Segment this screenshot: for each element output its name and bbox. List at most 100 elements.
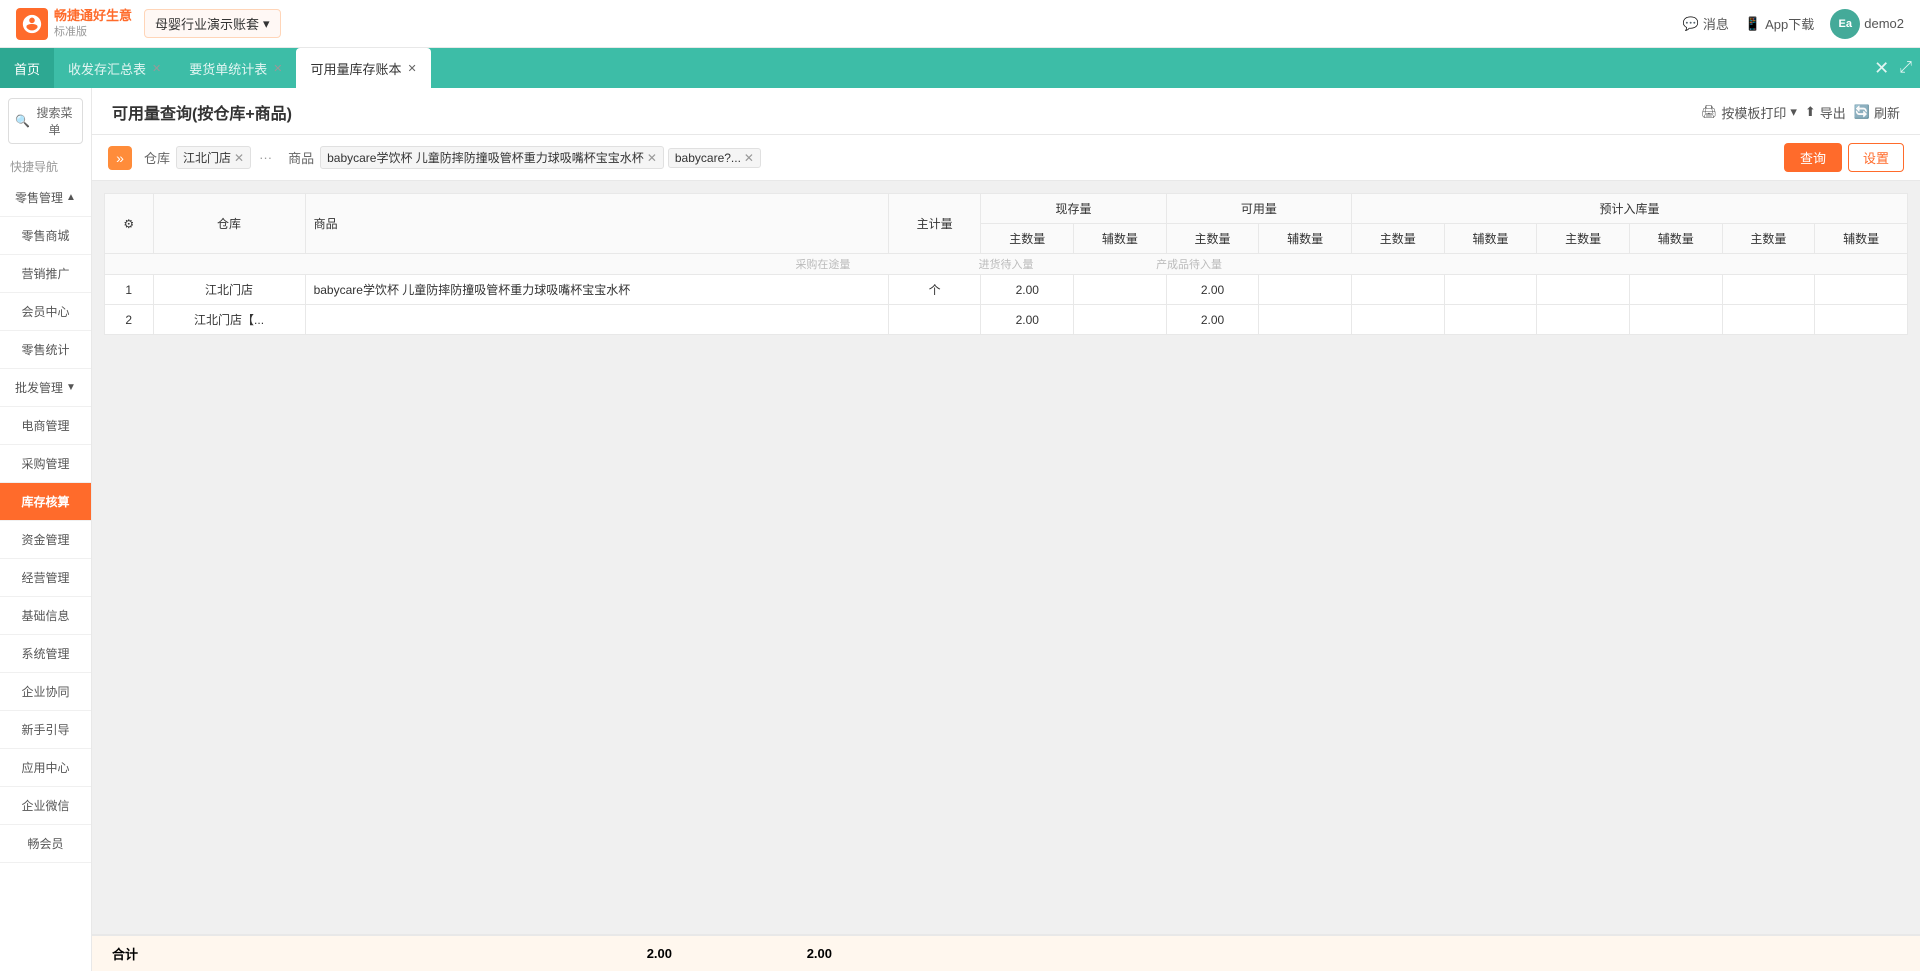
chevron-icon: ▲ <box>66 192 76 203</box>
refresh-btn[interactable]: 🔄 刷新 <box>1854 103 1900 122</box>
cell-purchase-arrival-aux <box>1629 305 1722 335</box>
product-filter-tags: babycare学饮杯 儿童防摔防撞吸管杯重力球吸嘴杯宝宝水杯 ✕ babyca… <box>320 146 761 169</box>
chevron-down-icon: ▾ <box>263 16 270 32</box>
table-footer: 合计 2.00 2.00 <box>92 934 1920 971</box>
cell-product: babycare学饮杯 儿童防摔防撞吸管杯重力球吸嘴杯宝宝水杯 <box>305 275 888 305</box>
product-filter-group: 商品 babycare学饮杯 儿童防摔防撞吸管杯重力球吸嘴杯宝宝水杯 ✕ bab… <box>288 146 761 169</box>
sidebar-item-retail-stats[interactable]: 零售统计 <box>0 331 91 369</box>
sidebar-item-enterprise-collab[interactable]: 企业协同 <box>0 673 91 711</box>
product-tag-0[interactable]: babycare学饮杯 儿童防摔防撞吸管杯重力球吸嘴杯宝宝水杯 ✕ <box>320 146 664 169</box>
th-current-main-qty: 主数量 <box>981 224 1074 254</box>
cell-product <box>305 305 888 335</box>
cell-current-main: 2.00 <box>981 305 1074 335</box>
main-layout: 🔍 搜索菜单 快捷导航 零售管理 ▲ 零售商城 营销推广 会员中心 零售统计 批… <box>0 88 1920 971</box>
remove-product-tag-0-icon[interactable]: ✕ <box>647 151 657 165</box>
th-gear[interactable]: ⚙ <box>105 194 154 254</box>
cell-purchase-intransit-main <box>1351 275 1444 305</box>
th-purchase-arrival-aux: 辅数量 <box>1629 224 1722 254</box>
sidebar-item-new-guide[interactable]: 新手引导 <box>0 711 91 749</box>
sidebar-item-wholesale-mgmt[interactable]: 批发管理 ▼ <box>0 369 91 407</box>
sidebar-item-purchase-mgmt[interactable]: 采购管理 <box>0 445 91 483</box>
query-btn[interactable]: 查询 <box>1784 143 1842 172</box>
sidebar-item-basic-info[interactable]: 基础信息 <box>0 597 91 635</box>
export-icon: ⬆ <box>1805 104 1816 120</box>
org-selector[interactable]: 母婴行业演示账套 ▾ <box>144 9 281 38</box>
print-icon: 🖨 <box>1701 104 1718 120</box>
sidebar-item-member-center[interactable]: 会员中心 <box>0 293 91 331</box>
sidebar-item-ecommerce[interactable]: 电商管理 <box>0 407 91 445</box>
sidebar-search-btn[interactable]: 🔍 搜索菜单 <box>8 98 83 144</box>
sidebar-item-retail-mgmt[interactable]: 零售管理 ▲ <box>0 179 91 217</box>
cell-products-ready-aux <box>1815 275 1908 305</box>
sidebar-item-enterprise-wechat[interactable]: 企业微信 <box>0 787 91 825</box>
cell-purchase-intransit-main <box>1351 305 1444 335</box>
cell-available-aux <box>1259 305 1352 335</box>
avatar-image: Ea <box>1830 9 1860 39</box>
data-table: ⚙ 仓库 商品 主计量 现存量 可用量 预计入库量 主数量 辅数量 主数量 辅数… <box>104 193 1908 335</box>
export-btn[interactable]: ⬆ 导出 <box>1805 103 1846 122</box>
cell-current-aux <box>1074 275 1167 305</box>
remove-product-tag-1-icon[interactable]: ✕ <box>744 151 754 165</box>
th-available-main-qty: 主数量 <box>1166 224 1259 254</box>
close-available-stock-icon[interactable]: ✕ <box>408 62 417 75</box>
chevron-icon-2: ▼ <box>66 382 76 393</box>
cell-row-num: 1 <box>105 275 154 305</box>
tab-home[interactable]: 首页 <box>0 48 54 88</box>
warehouse-filter-group: 仓库 江北门店 ✕ ··· <box>144 146 276 169</box>
sidebar-item-marketing[interactable]: 营销推广 <box>0 255 91 293</box>
warehouse-filter-tags: 江北门店 ✕ ··· <box>176 146 276 169</box>
cell-purchase-arrival-main <box>1537 275 1630 305</box>
tab-bar: 首页 收发存汇总表 ✕ 要货单统计表 ✕ 可用量库存账本 ✕ ✕ ⤢ <box>0 48 1920 88</box>
cell-main-unit: 个 <box>888 275 981 305</box>
warehouse-filter-label: 仓库 <box>144 148 170 167</box>
remove-warehouse-tag-icon[interactable]: ✕ <box>234 151 244 165</box>
cell-products-ready-aux <box>1815 305 1908 335</box>
tab-bar-right: ✕ ⤢ <box>1868 58 1920 79</box>
refresh-icon: 🔄 <box>1854 104 1870 120</box>
th-warehouse: 仓库 <box>153 194 305 254</box>
filter-more-icon[interactable]: ··· <box>255 148 276 167</box>
tab-available-stock[interactable]: 可用量库存账本 ✕ <box>296 48 430 88</box>
sidebar-item-operation-mgmt[interactable]: 经营管理 <box>0 559 91 597</box>
cell-warehouse: 江北门店 <box>153 275 305 305</box>
cell-warehouse: 江北门店【... <box>153 305 305 335</box>
top-bar-right: 💬 消息 📱 App下载 Ea demo2 <box>1683 9 1904 39</box>
th-product: 商品 <box>305 194 888 254</box>
footer-total-current-main: 2.00 <box>592 946 672 961</box>
filter-area: » 仓库 江北门店 ✕ ··· 商品 babycare学饮杯 儿童防摔防撞吸管杯… <box>92 135 1920 181</box>
th-current-aux-qty: 辅数量 <box>1074 224 1167 254</box>
search-icon: 🔍 <box>15 114 30 128</box>
th-available: 可用量 <box>1166 194 1351 224</box>
th-purchase-intransit-aux: 辅数量 <box>1444 224 1537 254</box>
th-main-unit: 主计量 <box>888 194 981 254</box>
th-planned-inbound: 预计入库量 <box>1351 194 1907 224</box>
user-avatar[interactable]: Ea demo2 <box>1830 9 1904 39</box>
sidebar-item-retail-mall[interactable]: 零售商城 <box>0 217 91 255</box>
cell-available-main: 2.00 <box>1166 305 1259 335</box>
sidebar-item-system-mgmt[interactable]: 系统管理 <box>0 635 91 673</box>
warehouse-tag-0[interactable]: 江北门店 ✕ <box>176 146 251 169</box>
message-btn[interactable]: 💬 消息 <box>1683 14 1729 33</box>
filter-expand-btn[interactable]: » <box>108 146 132 170</box>
cell-purchase-intransit-aux <box>1444 275 1537 305</box>
close-order-stats-icon[interactable]: ✕ <box>273 62 282 75</box>
sidebar-item-inventory-check[interactable]: 库存核算 <box>0 483 91 521</box>
sidebar-item-app-center[interactable]: 应用中心 <box>0 749 91 787</box>
tab-receive-send[interactable]: 收发存汇总表 ✕ <box>54 48 175 88</box>
th-products-ready-main: 主数量 <box>1722 224 1815 254</box>
app-download-btn[interactable]: 📱 App下载 <box>1745 14 1814 33</box>
sidebar-item-finance-mgmt[interactable]: 资金管理 <box>0 521 91 559</box>
sidebar-search-area: 🔍 搜索菜单 <box>0 88 91 152</box>
tab-order-stats[interactable]: 要货单统计表 ✕ <box>175 48 296 88</box>
tab-close-all-icon[interactable]: ✕ <box>1868 58 1895 79</box>
close-receive-send-icon[interactable]: ✕ <box>152 62 161 75</box>
sidebar-nav-label: 快捷导航 <box>0 152 91 179</box>
table-row: 1 江北门店 babycare学饮杯 儿童防摔防撞吸管杯重力球吸嘴杯宝宝水杯 个… <box>105 275 1908 305</box>
product-tag-1[interactable]: babycare?... ✕ <box>668 148 761 168</box>
print-btn[interactable]: 🖨 按模板打印 ▾ <box>1701 103 1797 122</box>
table-row: 2 江北门店【... 2.00 2.00 <box>105 305 1908 335</box>
tab-expand-icon[interactable]: ⤢ <box>1899 59 1912 77</box>
tab-home-label: 首页 <box>14 59 40 78</box>
setting-btn[interactable]: 设置 <box>1848 143 1904 172</box>
sidebar-item-vip-member[interactable]: 畅会员 <box>0 825 91 863</box>
